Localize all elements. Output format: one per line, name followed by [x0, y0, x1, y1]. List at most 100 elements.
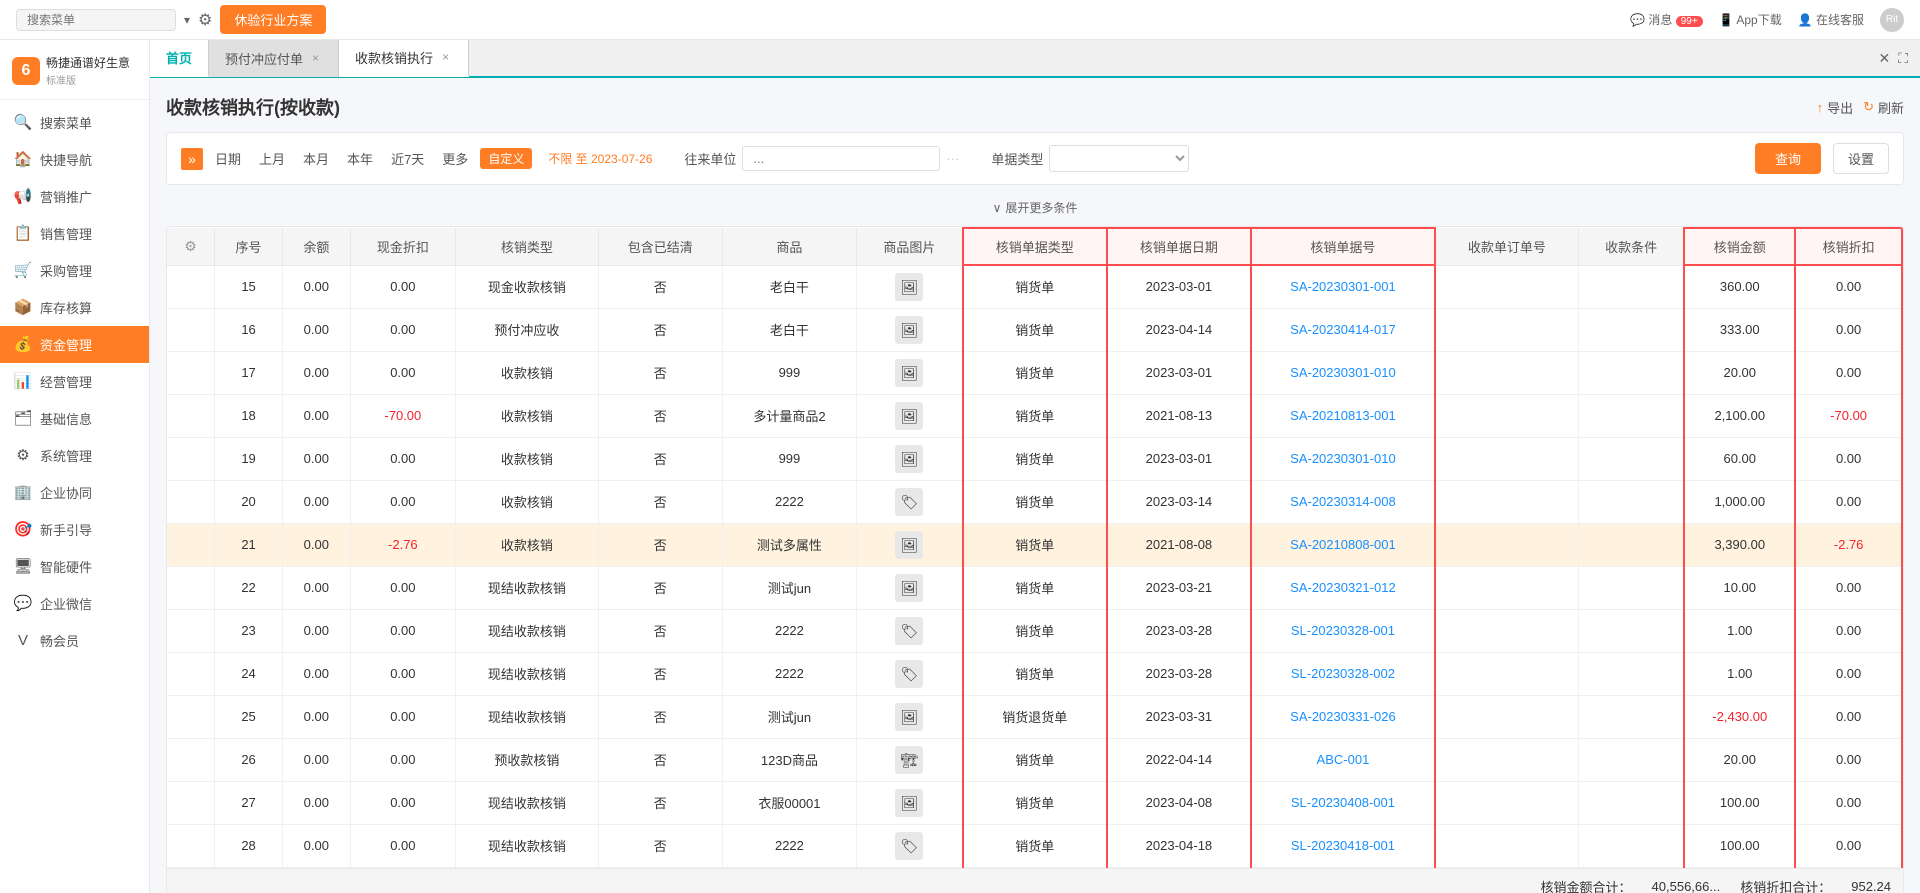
- cell-writeoff-bill-no[interactable]: SA-20230314-008: [1251, 480, 1435, 523]
- tab-receipt-close[interactable]: ×: [439, 49, 452, 65]
- cell-writeoff-amount: 10.00: [1684, 566, 1795, 609]
- cell-num: 25: [215, 695, 283, 738]
- cell-writeoff-bill-no[interactable]: ABC-001: [1251, 738, 1435, 781]
- cell-receipt-order-no: [1435, 738, 1578, 781]
- col-settings-icon[interactable]: ⚙: [184, 238, 197, 254]
- query-button[interactable]: 查询: [1755, 143, 1821, 174]
- search-icon: 🔍: [14, 113, 32, 131]
- cell-product: 测试多属性: [722, 523, 856, 566]
- sidebar-item-finance[interactable]: 💰 资金管理: [0, 326, 149, 363]
- message-link[interactable]: 💬 消息 99+: [1630, 11, 1703, 28]
- expand-more-button[interactable]: ∨ 展开更多条件: [993, 199, 1078, 216]
- date-group: 上月 本月 本年 近7天 更多 自定义: [253, 147, 532, 170]
- cell-product: 999: [722, 437, 856, 480]
- sidebar-item-enterprise[interactable]: 🏢 企业协同: [0, 474, 149, 511]
- sidebar-item-member[interactable]: V 畅会员: [0, 622, 149, 659]
- cell-writeoff-bill-no[interactable]: SA-20230301-010: [1251, 437, 1435, 480]
- filter-toggle-button[interactable]: »: [181, 148, 203, 170]
- table-row: 25 0.00 0.00 现结收款核销 否 测试jun 🖼 销货退货单 2023…: [167, 695, 1902, 738]
- sidebar-item-search[interactable]: 🔍 搜索菜单: [0, 104, 149, 141]
- cell-writeoff-amount: 1,000.00: [1684, 480, 1795, 523]
- cell-receipt-condition: [1578, 265, 1684, 308]
- tab-prepay-close[interactable]: ×: [309, 50, 322, 66]
- cell-writeoff-bill-no[interactable]: SA-20210808-001: [1251, 523, 1435, 566]
- cell-writeoff-amount: 100.00: [1684, 824, 1795, 867]
- cell-included: 否: [598, 394, 722, 437]
- party-input[interactable]: [742, 146, 940, 171]
- sidebar-item-guide[interactable]: 🎯 新手引导: [0, 511, 149, 548]
- col-receipt-condition: 收款条件: [1578, 228, 1684, 265]
- cell-receipt-condition: [1578, 523, 1684, 566]
- sidebar-item-label: 快捷导航: [40, 150, 92, 169]
- cell-writeoff-bill-no[interactable]: SA-20230301-010: [1251, 351, 1435, 394]
- content-area: 收款核销执行(按收款) ↑ 导出 ↻ 刷新 » 日期 上月: [150, 78, 1920, 893]
- cell-writeoff-discount: 0.00: [1795, 308, 1902, 351]
- top-search-input[interactable]: [16, 9, 176, 31]
- date-this-month[interactable]: 本月: [297, 147, 335, 170]
- sidebar-item-purchase[interactable]: 🛒 采购管理: [0, 252, 149, 289]
- cell-writeoff-bill-no[interactable]: SL-20230408-001: [1251, 781, 1435, 824]
- footer-total-amount-label: 核销金额合计：: [1541, 877, 1632, 893]
- sidebar-item-operations[interactable]: 📊 经营管理: [0, 363, 149, 400]
- cell-balance: 0.00: [282, 351, 350, 394]
- cell-writeoff-bill-no[interactable]: SA-20230331-026: [1251, 695, 1435, 738]
- sidebar-item-sales[interactable]: 📋 销售管理: [0, 215, 149, 252]
- cell-receipt-condition: [1578, 609, 1684, 652]
- cell-writeoff-bill-no[interactable]: SA-20230301-001: [1251, 265, 1435, 308]
- cell-writeoff-bill-no[interactable]: SA-20230414-017: [1251, 308, 1435, 351]
- cell-write-off-type: 现结收款核销: [455, 695, 598, 738]
- sidebar-item-basic-info[interactable]: 🗂 基础信息: [0, 400, 149, 437]
- refresh-button[interactable]: ↻ 刷新: [1863, 98, 1904, 117]
- cell-writeoff-discount: 0.00: [1795, 738, 1902, 781]
- cell-writeoff-bill-no[interactable]: SL-20230328-002: [1251, 652, 1435, 695]
- cell-included: 否: [598, 695, 722, 738]
- date-range: 不限 至 2023-07-26: [548, 150, 652, 167]
- dropdown-button[interactable]: ▾: [184, 13, 190, 27]
- tab-prepay[interactable]: 预付冲应付单 ×: [209, 40, 339, 77]
- date-last-month[interactable]: 上月: [253, 147, 291, 170]
- online-service-link[interactable]: 👤 在线客服: [1798, 11, 1864, 28]
- cell-writeoff-amount: 360.00: [1684, 265, 1795, 308]
- tab-home[interactable]: 首页: [150, 40, 209, 77]
- col-cash-discount: 现金折扣: [350, 228, 455, 265]
- sidebar-item-system[interactable]: ⚙ 系统管理: [0, 437, 149, 474]
- industry-button[interactable]: 休验行业方案: [220, 5, 326, 34]
- cell-settings: [167, 695, 215, 738]
- cell-cash-discount: 0.00: [350, 824, 455, 867]
- sidebar-item-marketing[interactable]: 📢 营销推广: [0, 178, 149, 215]
- filter-settings-button[interactable]: 设置: [1833, 143, 1889, 174]
- date-more[interactable]: 更多: [436, 147, 474, 170]
- gear-button[interactable]: ⚙: [198, 10, 212, 30]
- cell-write-off-type: 现结收款核销: [455, 781, 598, 824]
- sidebar-item-label: 系统管理: [40, 446, 92, 465]
- cell-writeoff-bill-no[interactable]: SL-20230328-001: [1251, 609, 1435, 652]
- sidebar-item-inventory[interactable]: 📦 库存核算: [0, 289, 149, 326]
- sidebar-item-quick-nav[interactable]: 🏠 快捷导航: [0, 141, 149, 178]
- tab-receipt-label: 收款核销执行: [355, 48, 433, 67]
- app-download-link[interactable]: 📱 App下载: [1719, 11, 1782, 28]
- cell-cash-discount: 0.00: [350, 566, 455, 609]
- voucher-type-select[interactable]: [1049, 145, 1189, 172]
- cell-writeoff-bill-no[interactable]: SA-20210813-001: [1251, 394, 1435, 437]
- cell-writeoff-discount: 0.00: [1795, 824, 1902, 867]
- cell-write-off-type: 收款核销: [455, 437, 598, 480]
- cell-receipt-condition: [1578, 351, 1684, 394]
- cell-writeoff-bill-no[interactable]: SL-20230418-001: [1251, 824, 1435, 867]
- refresh-icon: ↻: [1863, 99, 1874, 115]
- table-row: 15 0.00 0.00 现金收款核销 否 老白干 🖼 销货单 2023-03-…: [167, 265, 1902, 308]
- cell-product: 123D商品: [722, 738, 856, 781]
- sidebar-item-hardware[interactable]: 🖥 智能硬件: [0, 548, 149, 585]
- sidebar-item-wechat[interactable]: 💬 企业微信: [0, 585, 149, 622]
- user-avatar[interactable]: Rit: [1880, 8, 1904, 32]
- cell-writeoff-bill-no[interactable]: SA-20230321-012: [1251, 566, 1435, 609]
- cell-cash-discount: 0.00: [350, 265, 455, 308]
- date-custom-button[interactable]: 自定义: [480, 148, 532, 169]
- tab-receipt[interactable]: 收款核销执行 ×: [339, 40, 469, 77]
- cell-write-off-type: 收款核销: [455, 394, 598, 437]
- date-last-7-days[interactable]: 近7天: [385, 147, 430, 170]
- tab-close-all-button[interactable]: ✕: [1878, 50, 1890, 67]
- cell-writeoff-date: 2023-03-14: [1107, 480, 1251, 523]
- date-this-year[interactable]: 本年: [341, 147, 379, 170]
- export-button[interactable]: ↑ 导出: [1817, 98, 1854, 117]
- tab-maximize-button[interactable]: ⛶: [1898, 50, 1908, 67]
